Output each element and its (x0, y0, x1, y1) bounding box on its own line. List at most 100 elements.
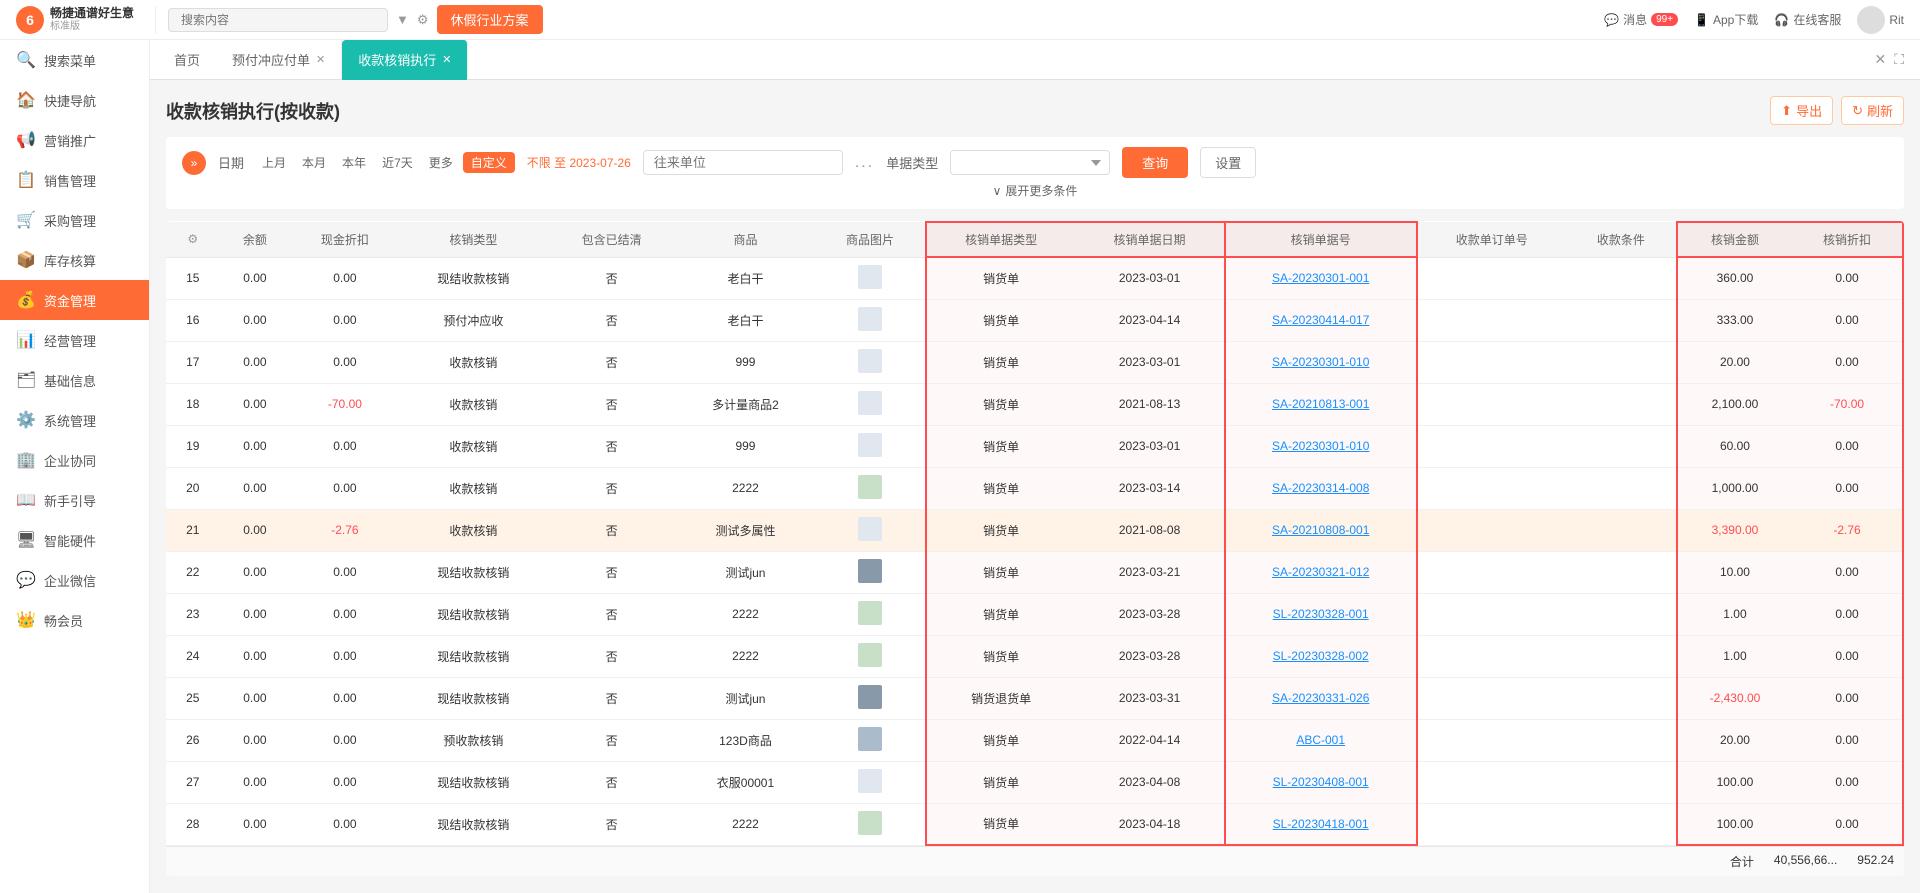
message-btn[interactable]: 💬 消息 99+ (1604, 11, 1678, 28)
table-row: 150.000.00现结收款核销否老白干销货单2023-03-01SA-2023… (166, 257, 1903, 299)
bill-number-link[interactable]: SL-20230328-002 (1273, 649, 1369, 663)
bill-date-cell: 2023-04-08 (1119, 775, 1180, 789)
filter-settings-button[interactable]: 设置 (1200, 147, 1256, 178)
bill-number-link[interactable]: SA-20230314-008 (1272, 481, 1369, 495)
verify-type-cell: 现结收款核销 (437, 776, 509, 790)
search-input[interactable] (168, 8, 388, 32)
included-settled-cell: 否 (606, 440, 618, 454)
sidebar-item-system[interactable]: ⚙️ 系统管理 (0, 400, 149, 440)
row-number: 20 (186, 481, 199, 495)
verify-type-cell: 现结收款核销 (437, 650, 509, 664)
bill-number-link[interactable]: SA-20230331-026 (1272, 691, 1369, 705)
sidebar-item-quicknav[interactable]: 🏠 快捷导航 (0, 80, 149, 120)
bill-number-link[interactable]: SA-20230301-001 (1272, 271, 1369, 285)
app-download-btn[interactable]: 📱 App下载 (1694, 11, 1758, 28)
bill-date-cell: 2023-03-01 (1119, 271, 1180, 285)
bill-number-link[interactable]: SA-20230414-017 (1272, 313, 1369, 327)
sidebar-item-capital[interactable]: 💰 资金管理 (0, 280, 149, 320)
bill-type-cell: 销货单 (983, 776, 1019, 790)
product-image-thumb (858, 307, 882, 331)
query-button[interactable]: 查询 (1122, 147, 1188, 178)
product-image-thumb (858, 601, 882, 625)
settings-icon[interactable]: ⚙ (417, 12, 429, 28)
chevron-down-icon: ∨ (993, 184, 1002, 198)
tab-collection[interactable]: 收款核销执行 ✕ (342, 40, 468, 80)
tab-home[interactable]: 首页 (158, 40, 216, 80)
filter-date-last-month[interactable]: 上月 (256, 152, 292, 173)
table-row: 230.000.00现结收款核销否2222销货单2023-03-28SL-202… (166, 593, 1903, 635)
sidebar-item-label: 畅会员 (44, 611, 83, 630)
filter-date-this-year[interactable]: 本年 (336, 152, 372, 173)
filter-date-this-month[interactable]: 本月 (296, 152, 332, 173)
bill-number-link[interactable]: SA-20210813-001 (1272, 397, 1369, 411)
verify-type-cell: 收款核销 (449, 524, 497, 538)
dropdown-icon[interactable]: ▼ (396, 12, 409, 27)
bill-number-link[interactable]: SL-20230408-001 (1273, 775, 1369, 789)
bill-number-link[interactable]: SA-20230301-010 (1272, 439, 1369, 453)
online-service-btn[interactable]: 🎧 在线客服 (1774, 11, 1841, 28)
tab-prepaid[interactable]: 预付冲应付单 ✕ (216, 40, 342, 80)
cash-discount-cell: 0.00 (333, 817, 356, 831)
bill-number-link[interactable]: SA-20230321-012 (1272, 565, 1369, 579)
user-profile[interactable]: Rit (1857, 6, 1904, 34)
sidebar-item-operation[interactable]: 📊 经营管理 (0, 320, 149, 360)
balance-cell: 0.00 (243, 271, 266, 285)
tab-prepaid-close[interactable]: ✕ (316, 53, 325, 66)
filter-expand-button[interactable]: » (182, 151, 206, 175)
refresh-button[interactable]: ↻ 刷新 (1841, 96, 1904, 125)
sidebar-item-guide[interactable]: 📖 新手引导 (0, 480, 149, 520)
th-receipt-order: 收款单订单号 (1417, 222, 1566, 257)
sidebar-item-enterprise[interactable]: 🏢 企业协同 (0, 440, 149, 480)
filter-billtype-select[interactable] (950, 150, 1110, 175)
refresh-label: 刷新 (1867, 101, 1893, 120)
sidebar-item-basicinfo[interactable]: 🗂 基础信息 (0, 360, 149, 400)
balance-cell: 0.00 (243, 355, 266, 369)
th-gear[interactable]: ⚙ (166, 222, 220, 257)
filter-date-more[interactable]: 更多 (423, 152, 459, 173)
th-verify-type: 核销类型 (400, 222, 548, 257)
verify-amount-cell: 100.00 (1717, 775, 1754, 789)
sidebar-item-purchase[interactable]: 🛒 采购管理 (0, 200, 149, 240)
sidebar-item-member[interactable]: 👑 畅会员 (0, 600, 149, 640)
bill-number-link[interactable]: SL-20230418-001 (1273, 817, 1369, 831)
online-service-label: 在线客服 (1793, 11, 1841, 28)
verify-type-cell: 现结收款核销 (437, 272, 509, 286)
cash-discount-cell: 0.00 (333, 271, 356, 285)
tab-bar-icons: ✕ ⛶ (1866, 51, 1912, 68)
expand-more-btn[interactable]: ∨ 展开更多条件 (182, 182, 1888, 199)
tab-expand-icon[interactable]: ⛶ (1894, 51, 1904, 68)
wechat-icon: 💬 (16, 570, 36, 590)
gear-icon[interactable]: ⚙ (187, 232, 198, 246)
filter-partner-input[interactable] (643, 150, 843, 175)
sidebar-item-marketing[interactable]: 📢 营销推广 (0, 120, 149, 160)
bill-date-cell: 2021-08-13 (1119, 397, 1180, 411)
sidebar-item-sales[interactable]: 📋 销售管理 (0, 160, 149, 200)
filter-custom-button[interactable]: 自定义 (463, 152, 515, 173)
enterprise-icon: 🏢 (16, 450, 36, 470)
sidebar-item-label: 企业协同 (44, 451, 96, 470)
product-image-thumb (858, 349, 882, 373)
verify-discount-cell: -2.76 (1833, 523, 1860, 537)
verify-amount-cell: 1.00 (1723, 649, 1746, 663)
balance-cell: 0.00 (243, 313, 266, 327)
tab-close-all-icon[interactable]: ✕ (1874, 51, 1886, 68)
export-button[interactable]: ⬆ 导出 (1770, 96, 1833, 125)
tab-collection-close[interactable]: ✕ (442, 53, 451, 66)
verify-discount-cell: -70.00 (1830, 397, 1864, 411)
balance-cell: 0.00 (243, 733, 266, 747)
bill-number-link[interactable]: SA-20230301-010 (1272, 355, 1369, 369)
bill-number-link[interactable]: SA-20210808-001 (1272, 523, 1369, 537)
sidebar-item-label: 系统管理 (44, 411, 96, 430)
bill-number-link[interactable]: SL-20230328-001 (1273, 607, 1369, 621)
sidebar-item-search[interactable]: 🔍 搜索菜单 (0, 40, 149, 80)
sidebar-item-hardware[interactable]: 🖥 智能硬件 (0, 520, 149, 560)
row-number: 18 (186, 397, 199, 411)
filter-date-7days[interactable]: 近7天 (376, 152, 419, 173)
verify-amount-cell: 20.00 (1720, 355, 1750, 369)
product-image-thumb (858, 769, 882, 793)
industry-button[interactable]: 休假行业方案 (437, 5, 543, 34)
bill-number-link[interactable]: ABC-001 (1296, 733, 1345, 747)
balance-cell: 0.00 (243, 607, 266, 621)
sidebar-item-wechat[interactable]: 💬 企业微信 (0, 560, 149, 600)
sidebar-item-inventory[interactable]: 📦 库存核算 (0, 240, 149, 280)
